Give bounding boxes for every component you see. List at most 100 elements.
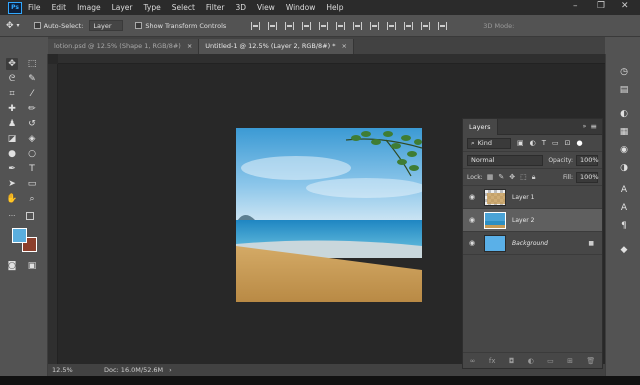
tab-lotion[interactable]: lotion.psd @ 12.5% (Shape 1, RGB/8#) × [48, 39, 200, 54]
more-tools-icon[interactable]: ··· [6, 210, 18, 222]
menu-edit[interactable]: Edit [52, 3, 67, 12]
libraries-icon[interactable]: ◉ [618, 144, 630, 156]
pen-tool-icon[interactable]: ✒ [6, 163, 18, 175]
status-menu-arrow[interactable]: › [169, 366, 172, 374]
align-right-icon[interactable] [336, 21, 346, 30]
new-layer-icon[interactable]: ⊞ [567, 357, 573, 365]
delete-layer-icon[interactable]: 🗑︎ [586, 357, 595, 365]
quick-select-tool-icon[interactable]: ✎ [26, 73, 38, 85]
show-transform-checkbox[interactable]: Show Transform Controls [135, 22, 226, 30]
menu-type[interactable]: Type [144, 3, 161, 12]
distribute-left-icon[interactable] [404, 21, 414, 30]
add-mask-icon[interactable]: ◘ [509, 357, 515, 365]
move-tool-icon[interactable]: ✥ [6, 58, 18, 70]
paragraph-icon[interactable]: ¶ [618, 220, 630, 232]
eyedropper-tool-icon[interactable]: ⁄ [26, 88, 38, 100]
document-canvas-image[interactable] [236, 128, 422, 302]
lasso-tool-icon[interactable]: ᘓ [6, 73, 18, 85]
marquee-tool-icon[interactable]: ⬚ [26, 58, 38, 70]
history-icon[interactable]: ◷ [618, 66, 630, 78]
filter-kind-dropdown[interactable]: ⌕ Kind [467, 137, 511, 149]
collapse-icon[interactable]: » [583, 123, 587, 130]
layer-name[interactable]: Layer 1 [512, 194, 534, 201]
layers-tab[interactable]: Layers [463, 118, 498, 135]
close-tab-icon[interactable]: × [187, 42, 192, 54]
menu-layer[interactable]: Layer [112, 3, 133, 12]
chevron-down-icon[interactable]: ▾ [17, 22, 20, 29]
distribute-bottom-icon[interactable] [387, 21, 397, 30]
clone-stamp-icon[interactable]: ♟ [6, 118, 18, 130]
menu-file[interactable]: File [28, 3, 41, 12]
menu-window[interactable]: Window [286, 3, 316, 12]
lock-artboard-icon[interactable]: ⬚ [520, 173, 527, 181]
lock-paint-icon[interactable]: ✎ [498, 173, 504, 181]
lock-all-icon[interactable]: 🔒︎ [532, 173, 536, 182]
history-brush-icon[interactable]: ↺ [26, 118, 38, 130]
opacity-input[interactable]: 100% [576, 154, 599, 166]
zoom-tool-icon[interactable]: ⌕ [26, 193, 38, 205]
swatches-icon[interactable]: ▦ [618, 126, 630, 138]
menu-filter[interactable]: Filter [206, 3, 225, 12]
paint-bucket-icon[interactable]: ◈ [26, 133, 38, 145]
lock-pixels-icon[interactable]: ▦ [487, 173, 494, 181]
menu-3d[interactable]: 3D [235, 3, 246, 12]
menu-select[interactable]: Select [172, 3, 195, 12]
filter-adjustment-icon[interactable]: ◐ [530, 139, 536, 147]
panel-menu-icon[interactable]: ≡ [590, 122, 597, 131]
filter-toggle-icon[interactable]: ● [577, 139, 583, 147]
layer-name[interactable]: Background [512, 240, 548, 247]
dodge-tool-icon[interactable]: ○ [26, 148, 38, 160]
align-bottom-icon[interactable] [285, 21, 295, 30]
visibility-eye-icon[interactable]: ◉ [465, 239, 479, 247]
lock-position-icon[interactable]: ✥ [509, 173, 515, 181]
fill-input[interactable]: 100% [576, 171, 599, 183]
link-layers-icon[interactable]: ∞ [470, 357, 476, 365]
distribute-hcenter-icon[interactable] [421, 21, 431, 30]
path-select-icon[interactable]: ➤ [6, 178, 18, 190]
blend-mode-dropdown[interactable]: Normal [467, 154, 544, 166]
align-top-icon[interactable] [251, 21, 261, 30]
default-colors-icon[interactable] [26, 212, 34, 220]
layer-row-layer-2[interactable]: ◉ Layer 2 [463, 209, 602, 232]
styles-icon[interactable]: A [618, 184, 630, 196]
restore-icon[interactable]: ❐ [597, 1, 605, 11]
menu-help[interactable]: Help [326, 3, 343, 12]
tab-untitled-1[interactable]: Untitled-1 @ 12.5% (Layer 2, RGB/8#) * × [199, 39, 354, 54]
layer-style-icon[interactable]: fx [489, 357, 496, 365]
screen-mode-icon[interactable]: ▣ [26, 260, 38, 272]
menu-view[interactable]: View [257, 3, 275, 12]
filter-smart-icon[interactable]: ⊡ [565, 139, 571, 147]
crop-tool-icon[interactable]: ⌗ [6, 88, 18, 100]
visibility-eye-icon[interactable]: ◉ [465, 216, 479, 224]
layer-row-layer-1[interactable]: ◉ Layer 1 [463, 186, 602, 209]
align-left-icon[interactable] [302, 21, 312, 30]
minimize-icon[interactable]: – [573, 1, 578, 11]
layer-name[interactable]: Layer 2 [512, 217, 534, 224]
brush-tool-icon[interactable]: ✏ [26, 103, 38, 115]
new-adjustment-icon[interactable]: ◐ [528, 357, 534, 365]
align-hcenter-icon[interactable] [319, 21, 329, 30]
adjustments-icon[interactable]: ◑ [618, 162, 630, 174]
close-tab-icon[interactable]: × [341, 42, 346, 54]
layers-panel-icon[interactable]: ◆ [618, 244, 630, 256]
filter-type-icon[interactable]: T [542, 139, 546, 147]
hand-tool-icon[interactable]: ✋ [6, 193, 18, 205]
filter-pixel-icon[interactable]: ▣ [517, 139, 524, 147]
color-icon[interactable]: ◐ [618, 108, 630, 120]
quick-mask-icon[interactable]: ◙ [6, 260, 18, 272]
auto-select-dropdown[interactable]: Layer [89, 20, 124, 31]
align-vcenter-icon[interactable] [268, 21, 278, 30]
type-tool-icon[interactable]: T [26, 163, 38, 175]
properties-icon[interactable]: ▤ [618, 84, 630, 96]
menu-image[interactable]: Image [77, 3, 101, 12]
zoom-level[interactable]: 12.5% [52, 366, 94, 374]
move-tool-icon[interactable]: ✥ [6, 21, 14, 31]
healing-brush-icon[interactable]: ✚ [6, 103, 18, 115]
character-icon[interactable]: A [618, 202, 630, 214]
distribute-vcenter-icon[interactable] [370, 21, 380, 30]
shape-tool-icon[interactable]: ▭ [26, 178, 38, 190]
visibility-eye-icon[interactable]: ◉ [465, 193, 479, 201]
foreground-color-swatch[interactable] [12, 228, 27, 243]
layer-row-background[interactable]: ◉ Background ■ [463, 232, 602, 255]
new-group-icon[interactable]: ▭ [547, 357, 554, 365]
